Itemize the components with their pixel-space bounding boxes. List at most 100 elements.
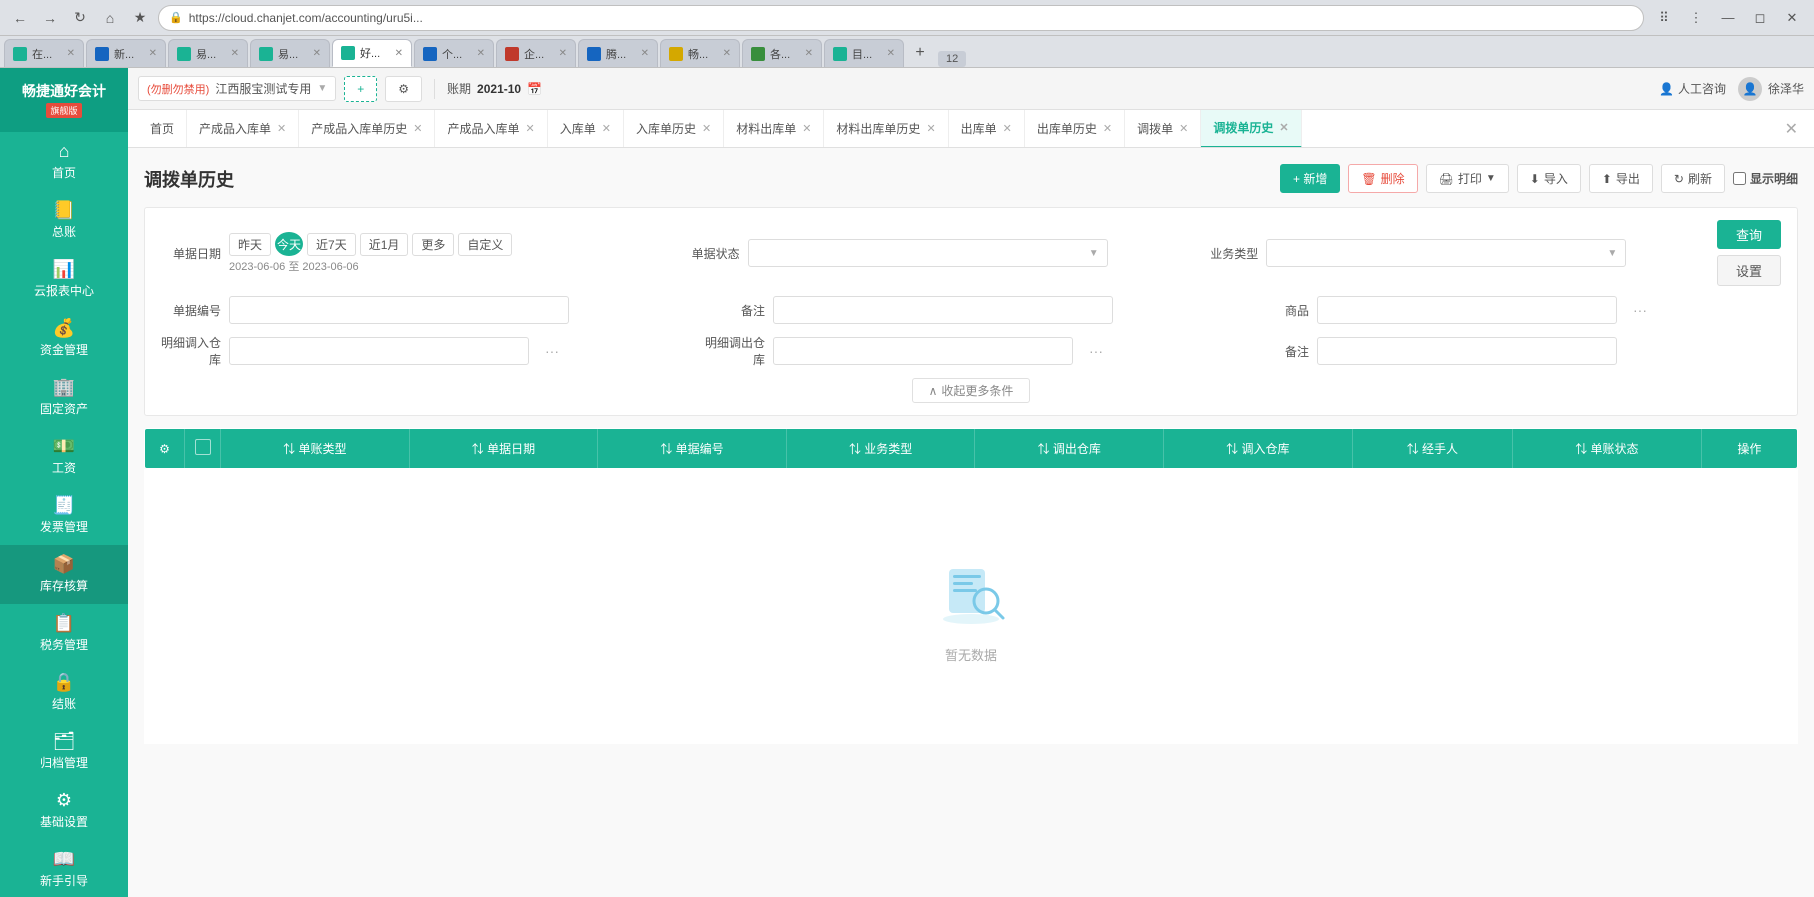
- biz-type-select[interactable]: ▼: [1266, 239, 1626, 267]
- th-biz-type[interactable]: ⇅ 业务类型: [786, 429, 975, 469]
- sidebar-item-tax[interactable]: 📋 税务管理: [0, 604, 128, 663]
- from-wh-more-icon[interactable]: ···: [537, 343, 567, 359]
- tab-close-icon[interactable]: ✕: [277, 122, 286, 135]
- company-settings-button[interactable]: ⚙: [385, 76, 422, 102]
- forward-button[interactable]: →: [38, 6, 62, 30]
- company-selector[interactable]: (勿删勿禁用) 江西服宝测试专用 ▼: [138, 76, 336, 101]
- tab-close-icon[interactable]: ✕: [802, 122, 811, 135]
- sidebar-item-inventory[interactable]: 📦 库存核算: [0, 545, 128, 604]
- date-month-btn[interactable]: 近1月: [360, 233, 409, 256]
- goods-input[interactable]: [1317, 296, 1617, 324]
- sidebar-item-archive[interactable]: 🗂 归档管理: [0, 722, 128, 781]
- date-more-btn[interactable]: 更多: [412, 233, 454, 256]
- from-wh-input[interactable]: [229, 337, 529, 365]
- browser-tab-4[interactable]: 易... ✕: [250, 39, 330, 67]
- home-button[interactable]: ⌂: [98, 6, 122, 30]
- page-tab-material-out-hist[interactable]: 材料出库单历史 ✕: [824, 110, 948, 148]
- date-custom-btn[interactable]: 自定义: [458, 233, 512, 256]
- date-yesterday-btn[interactable]: 昨天: [229, 233, 271, 256]
- page-tab-out-order[interactable]: 出库单 ✕: [949, 110, 1025, 148]
- filter-settings-button[interactable]: 设置: [1717, 255, 1781, 286]
- sidebar-item-ledger[interactable]: 📒 总账: [0, 191, 128, 250]
- show-detail-input[interactable]: [1733, 172, 1746, 185]
- service-button[interactable]: 👤 人工咨询: [1659, 80, 1726, 97]
- query-button[interactable]: 查询: [1717, 220, 1781, 249]
- page-tab-material-out[interactable]: 材料出库单 ✕: [724, 110, 824, 148]
- tab-close-icon[interactable]: ✕: [526, 122, 535, 135]
- menu-btn[interactable]: ⋮: [1682, 4, 1710, 32]
- refresh-button[interactable]: ↻: [68, 6, 92, 30]
- page-tab-in-order[interactable]: 入库单 ✕: [548, 110, 624, 148]
- sidebar-item-guide[interactable]: 📖 新手引导: [0, 840, 128, 897]
- print-button[interactable]: 🖨 打印 ▼: [1426, 164, 1509, 193]
- date-week-btn[interactable]: 近7天: [307, 233, 356, 256]
- tab-close-icon[interactable]: ✕: [559, 48, 567, 59]
- bookmark-button[interactable]: ★: [128, 6, 152, 30]
- tab-close-icon[interactable]: ✕: [313, 48, 321, 59]
- show-detail-checkbox[interactable]: 显示明细: [1733, 170, 1798, 187]
- th-handler[interactable]: ⇅ 经手人: [1352, 429, 1512, 469]
- browser-tab-6[interactable]: 个... ✕: [414, 39, 494, 67]
- sidebar-item-reports[interactable]: 📊 云报表中心: [0, 250, 128, 309]
- th-to-wh[interactable]: ⇅ 调入仓库: [1164, 429, 1353, 469]
- import-button[interactable]: ⬇ 导入: [1517, 164, 1581, 193]
- page-tab-in-hist[interactable]: 入库单历史 ✕: [624, 110, 724, 148]
- page-tab-out-hist[interactable]: 出库单历史 ✕: [1025, 110, 1125, 148]
- doc-no-input[interactable]: [229, 296, 569, 324]
- tab-close-icon[interactable]: ✕: [926, 122, 935, 135]
- page-tab-product-in-hist[interactable]: 产成品入库单历史 ✕: [299, 110, 435, 148]
- sidebar-item-assets[interactable]: 🏢 固定资产: [0, 368, 128, 427]
- page-tab-product-in2[interactable]: 产成品入库单 ✕: [435, 110, 547, 148]
- date-today-btn[interactable]: 今天: [275, 232, 303, 256]
- collapse-button[interactable]: ∧ 收起更多条件: [912, 378, 1031, 403]
- browser-tab-8[interactable]: 腾... ✕: [578, 39, 658, 67]
- tab-close-icon[interactable]: ✕: [413, 122, 422, 135]
- address-bar[interactable]: 🔒 https://cloud.chanjet.com/accounting/u…: [158, 5, 1644, 31]
- to-wh-more-icon[interactable]: ···: [1081, 343, 1111, 359]
- tab-add-button[interactable]: +: [906, 39, 934, 67]
- tab-close-icon[interactable]: ✕: [887, 48, 895, 59]
- sidebar-logo[interactable]: 畅捷通好会计 旗舰版: [0, 68, 128, 132]
- th-status[interactable]: ⇅ 单账状态: [1513, 429, 1702, 469]
- back-button[interactable]: ←: [8, 6, 32, 30]
- browser-tab-3[interactable]: 易... ✕: [168, 39, 248, 67]
- tab-close-icon[interactable]: ✕: [395, 48, 403, 59]
- page-tab-product-in[interactable]: 产成品入库单 ✕: [187, 110, 299, 148]
- browser-tab-9[interactable]: 畅... ✕: [660, 39, 740, 67]
- browser-tab-2[interactable]: 新... ✕: [86, 39, 166, 67]
- refresh-button[interactable]: ↻ 刷新: [1661, 164, 1725, 193]
- browser-tab-10[interactable]: 各... ✕: [742, 39, 822, 67]
- tab-close-icon[interactable]: ✕: [1103, 122, 1112, 135]
- th-no[interactable]: ⇅ 单据编号: [598, 429, 787, 469]
- sidebar-item-closing[interactable]: 🔒 结账: [0, 663, 128, 722]
- remark-input[interactable]: [773, 296, 1113, 324]
- maximize-btn[interactable]: ◻: [1746, 4, 1774, 32]
- browser-tab-active[interactable]: 好... ✕: [332, 39, 412, 67]
- goods-more-icon[interactable]: ···: [1625, 302, 1655, 318]
- tab-close-icon[interactable]: ✕: [1179, 122, 1188, 135]
- sidebar-item-wages[interactable]: 💵 工资: [0, 427, 128, 486]
- user-info[interactable]: 👤 徐泽华: [1738, 77, 1804, 101]
- th-from-wh[interactable]: ⇅ 调出仓库: [975, 429, 1164, 469]
- new-button[interactable]: + 新增: [1280, 164, 1340, 193]
- th-checkbox[interactable]: [185, 429, 221, 469]
- tab-close-icon[interactable]: ✕: [641, 48, 649, 59]
- minimize-btn[interactable]: —: [1714, 4, 1742, 32]
- browser-tab-7[interactable]: 企... ✕: [496, 39, 576, 67]
- tab-close-icon[interactable]: ✕: [723, 48, 731, 59]
- page-tabs-close-btn[interactable]: ✕: [1779, 119, 1804, 139]
- sidebar-item-funds[interactable]: 💰 资金管理: [0, 309, 128, 368]
- sidebar-item-settings[interactable]: ⚙ 基础设置: [0, 781, 128, 840]
- browser-tab-11[interactable]: 目... ✕: [824, 39, 904, 67]
- to-wh-input[interactable]: [773, 337, 1073, 365]
- page-tab-home[interactable]: 首页: [138, 110, 187, 148]
- delete-button[interactable]: 🗑 删除: [1348, 164, 1417, 193]
- th-type[interactable]: ⇅ 单账类型: [221, 429, 410, 469]
- tab-close-icon[interactable]: ✕: [805, 48, 813, 59]
- tab-close-icon[interactable]: ✕: [1003, 122, 1012, 135]
- page-tab-transfer-hist[interactable]: 调拨单历史 ✕: [1201, 110, 1301, 148]
- status-select[interactable]: ▼: [748, 239, 1108, 267]
- select-all-checkbox[interactable]: [195, 439, 211, 455]
- tab-close-icon[interactable]: ✕: [602, 122, 611, 135]
- close-btn[interactable]: ✕: [1778, 4, 1806, 32]
